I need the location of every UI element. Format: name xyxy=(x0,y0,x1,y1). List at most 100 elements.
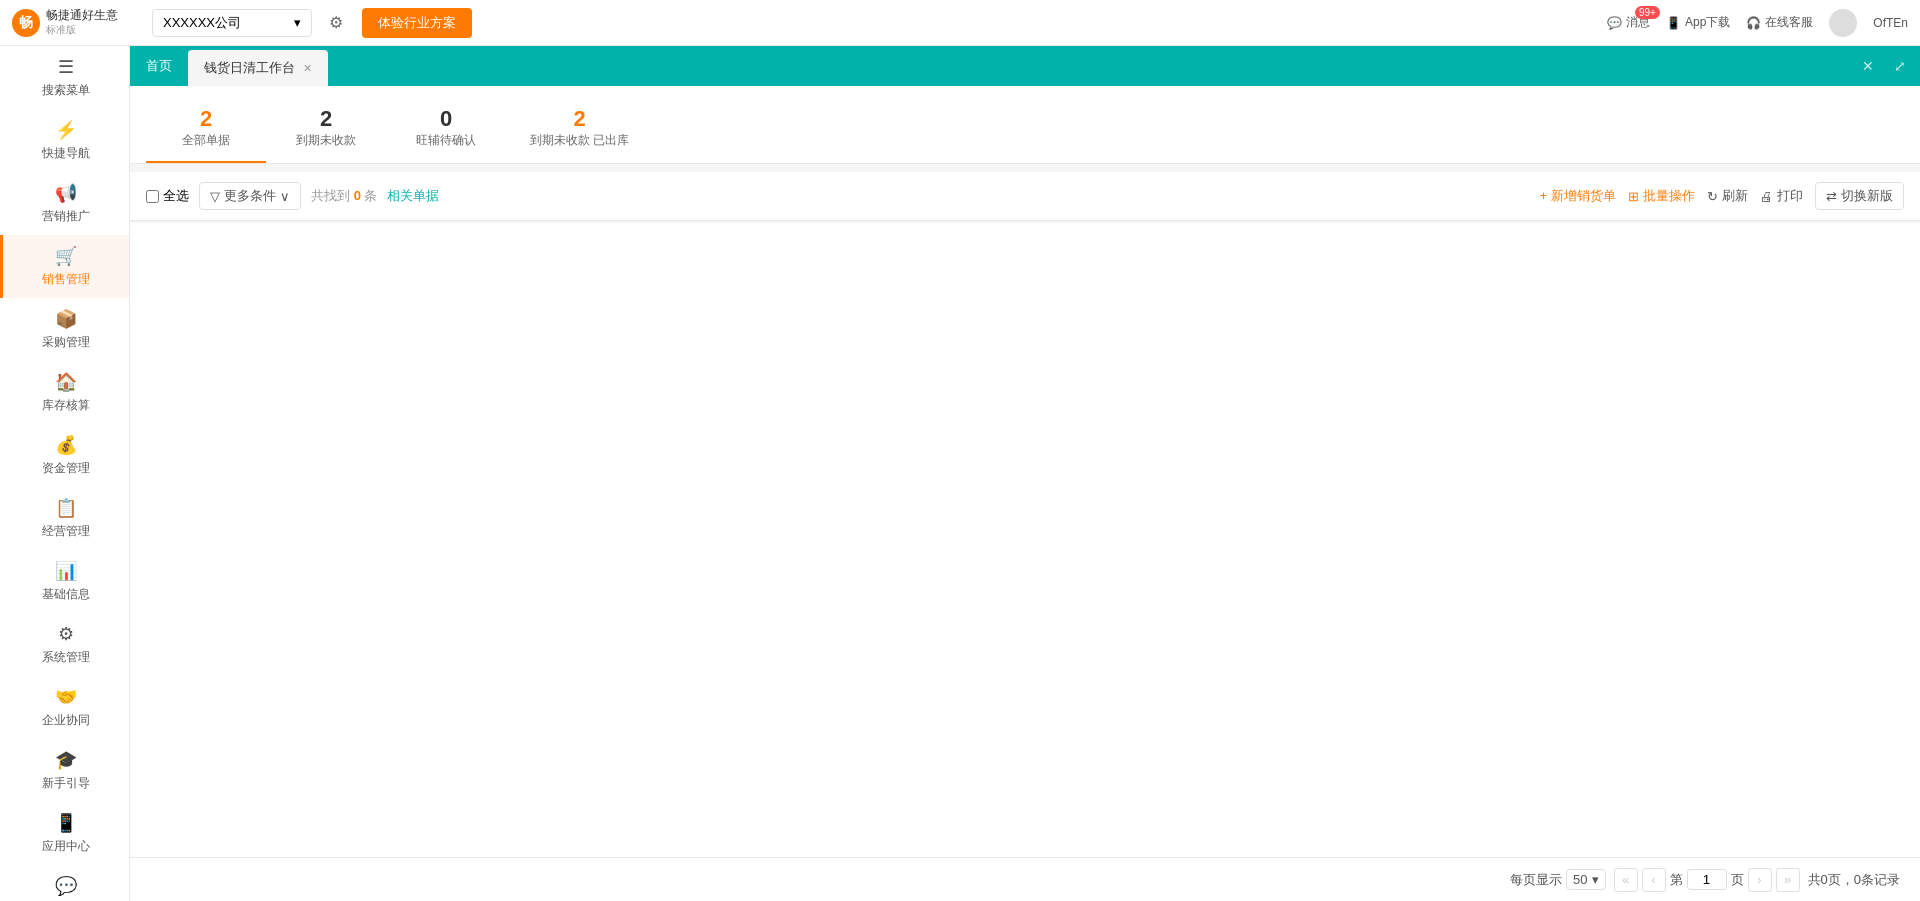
stat-tab-overdue[interactable]: 2 到期未收款 xyxy=(266,98,386,163)
found-unit: 条 xyxy=(364,188,377,203)
quick-nav-icon: ⚡ xyxy=(55,119,77,141)
tab-home[interactable]: 首页 xyxy=(130,46,188,86)
sidebar-label-search: 搜索菜单 xyxy=(42,82,90,99)
switch-version-button[interactable]: ⇄ 切换新版 xyxy=(1815,182,1904,210)
stat-shipped-label: 到期未收款 已出库 xyxy=(530,133,629,147)
filter-chevron-icon: ∨ xyxy=(280,189,290,204)
select-all-checkbox[interactable]: 全选 xyxy=(146,187,189,205)
avatar[interactable] xyxy=(1829,9,1857,37)
sidebar-label-finance: 资金管理 xyxy=(42,460,90,477)
app-name: 畅捷通好生意 xyxy=(46,8,118,24)
sidebar-item-purchase[interactable]: 📦 采购管理 xyxy=(0,298,129,361)
prev-page-icon: ‹ xyxy=(1651,872,1655,887)
sidebar-label-quick-nav: 快捷导航 xyxy=(42,145,90,162)
page-nav: « ‹ 第 页 › » xyxy=(1614,868,1800,892)
header-right: 💬 消息 99+ 📱 App下载 🎧 在线客服 OfTEn xyxy=(1607,9,1908,37)
trial-button[interactable]: 体验行业方案 xyxy=(362,8,472,38)
found-count: 0 xyxy=(354,188,361,203)
tab-close-icon[interactable]: ✕ xyxy=(303,62,312,75)
new-sales-order-button[interactable]: + 新增销货单 xyxy=(1540,187,1616,205)
select-all-label: 全选 xyxy=(163,187,189,205)
sidebar-label-operations: 经营管理 xyxy=(42,523,90,540)
company-name: XXXXXX公司 xyxy=(163,14,241,32)
main-layout: ☰ 搜索菜单 ⚡ 快捷导航 📢 营销推广 🛒 销售管理 📦 采购管理 🏠 库存核… xyxy=(0,46,1920,901)
filter-icon: ▽ xyxy=(210,189,220,204)
top-header: 畅 畅捷通好生意 标准版 XXXXXX公司 ▾ ⚙ 体验行业方案 💬 消息 99… xyxy=(0,0,1920,46)
search-menu-icon: ☰ xyxy=(58,56,74,78)
stat-pending-number: 0 xyxy=(410,106,482,132)
refresh-button[interactable]: ↻ 刷新 xyxy=(1707,187,1748,205)
company-selector[interactable]: XXXXXX公司 ▾ xyxy=(152,9,312,37)
switch-icon: ⇄ xyxy=(1826,189,1837,204)
sidebar-item-enterprise[interactable]: 🤝 企业协同 xyxy=(0,676,129,739)
filter-button[interactable]: ▽ 更多条件 ∨ xyxy=(199,182,301,210)
sidebar-item-operations[interactable]: 📋 经营管理 xyxy=(0,487,129,550)
user-name: OfTEn xyxy=(1873,16,1908,30)
enterprise-icon: 🤝 xyxy=(55,686,77,708)
stat-tab-pending[interactable]: 0 旺辅待确认 xyxy=(386,98,506,163)
first-page-button[interactable]: « xyxy=(1614,868,1638,892)
logo-area: 畅 畅捷通好生意 标准版 xyxy=(12,8,142,38)
page-size-value: 50 xyxy=(1573,872,1587,887)
current-page-input[interactable] xyxy=(1687,869,1727,890)
sidebar-item-finance[interactable]: 💰 资金管理 xyxy=(0,424,129,487)
batch-operation-button[interactable]: ⊞ 批量操作 xyxy=(1628,187,1695,205)
tab-close-window-btn[interactable]: ✕ xyxy=(1856,54,1880,78)
sidebar-item-sales[interactable]: 🛒 销售管理 xyxy=(0,235,129,298)
sidebar-label-purchase: 采购管理 xyxy=(42,334,90,351)
chevron-down-icon: ▾ xyxy=(294,15,301,30)
batch-label: 批量操作 xyxy=(1643,187,1695,205)
sidebar-label-basic-info: 基础信息 xyxy=(42,586,90,603)
stat-shipped-number: 2 xyxy=(530,106,629,132)
page-suffix: 页 xyxy=(1731,871,1744,889)
page-label: 第 xyxy=(1670,871,1683,889)
settings-button[interactable]: ⚙ xyxy=(320,7,352,39)
sidebar-item-inventory[interactable]: 🏠 库存核算 xyxy=(0,361,129,424)
content-area: 首页 钱货日清工作台 ✕ ✕ ⤢ 2 全部单据 2 到期未收款 xyxy=(130,46,1920,901)
sidebar-item-basic-info[interactable]: 📊 基础信息 xyxy=(0,550,129,613)
print-button[interactable]: 🖨 打印 xyxy=(1760,187,1803,205)
sidebar-item-marketing[interactable]: 📢 营销推广 xyxy=(0,172,129,235)
switch-label: 切换新版 xyxy=(1841,187,1893,205)
online-service-button[interactable]: 🎧 在线客服 xyxy=(1746,14,1813,31)
sidebar-label-app-center: 应用中心 xyxy=(42,838,90,855)
tab-workspace-label: 钱货日清工作台 xyxy=(204,59,295,77)
stat-tab-all[interactable]: 2 全部单据 xyxy=(146,98,266,163)
found-text: 共找到 0 条 xyxy=(311,187,377,205)
found-prefix: 共找到 xyxy=(311,188,350,203)
sidebar-label-sales: 销售管理 xyxy=(42,271,90,288)
toolbar-right: + 新增销货单 ⊞ 批量操作 ↻ 刷新 🖨 打印 ⇄ xyxy=(1540,182,1904,210)
tab-expand-btn[interactable]: ⤢ xyxy=(1888,54,1912,78)
page-content: 2 全部单据 2 到期未收款 0 旺辅待确认 2 到期未收款 已出库 xyxy=(130,86,1920,901)
prev-page-button[interactable]: ‹ xyxy=(1642,868,1666,892)
messages-button[interactable]: 💬 消息 99+ xyxy=(1607,14,1650,31)
sidebar-item-app-center[interactable]: 📱 应用中心 xyxy=(0,802,129,865)
stat-tab-shipped[interactable]: 2 到期未收款 已出库 xyxy=(506,98,653,163)
app-download-button[interactable]: 📱 App下载 xyxy=(1666,14,1730,31)
app-center-icon: 📱 xyxy=(55,812,77,834)
next-page-button[interactable]: › xyxy=(1748,868,1772,892)
related-docs-label[interactable]: 相关单据 xyxy=(387,187,439,205)
stat-all-label: 全部单据 xyxy=(182,133,230,147)
sidebar-label-marketing: 营销推广 xyxy=(42,208,90,225)
sidebar-item-weixin[interactable]: 💬 企业微信 xyxy=(0,865,129,901)
page-size-box[interactable]: 50 ▾ xyxy=(1566,869,1605,890)
messages-badge: 99+ xyxy=(1635,6,1660,19)
page-size-label: 每页显示 xyxy=(1510,871,1562,889)
sidebar-item-quick-nav[interactable]: ⚡ 快捷导航 xyxy=(0,109,129,172)
sidebar-item-guide[interactable]: 🎓 新手引导 xyxy=(0,739,129,802)
marketing-icon: 📢 xyxy=(55,182,77,204)
last-page-button[interactable]: » xyxy=(1776,868,1800,892)
weixin-icon: 💬 xyxy=(55,875,77,897)
purchase-icon: 📦 xyxy=(55,308,77,330)
stats-tabs: 2 全部单据 2 到期未收款 0 旺辅待确认 2 到期未收款 已出库 xyxy=(130,86,1920,164)
select-all-input[interactable] xyxy=(146,190,159,203)
sidebar-item-search[interactable]: ☰ 搜索菜单 xyxy=(0,46,129,109)
refresh-label: 刷新 xyxy=(1722,187,1748,205)
tab-workspace[interactable]: 钱货日清工作台 ✕ xyxy=(188,50,328,86)
tab-home-label: 首页 xyxy=(146,57,172,75)
sidebar-label-enterprise: 企业协同 xyxy=(42,712,90,729)
pagination-bar: 每页显示 50 ▾ « ‹ 第 页 xyxy=(130,857,1920,901)
sidebar-item-system[interactable]: ⚙ 系统管理 xyxy=(0,613,129,676)
tab-bar-actions: ✕ ⤢ xyxy=(1856,54,1920,78)
